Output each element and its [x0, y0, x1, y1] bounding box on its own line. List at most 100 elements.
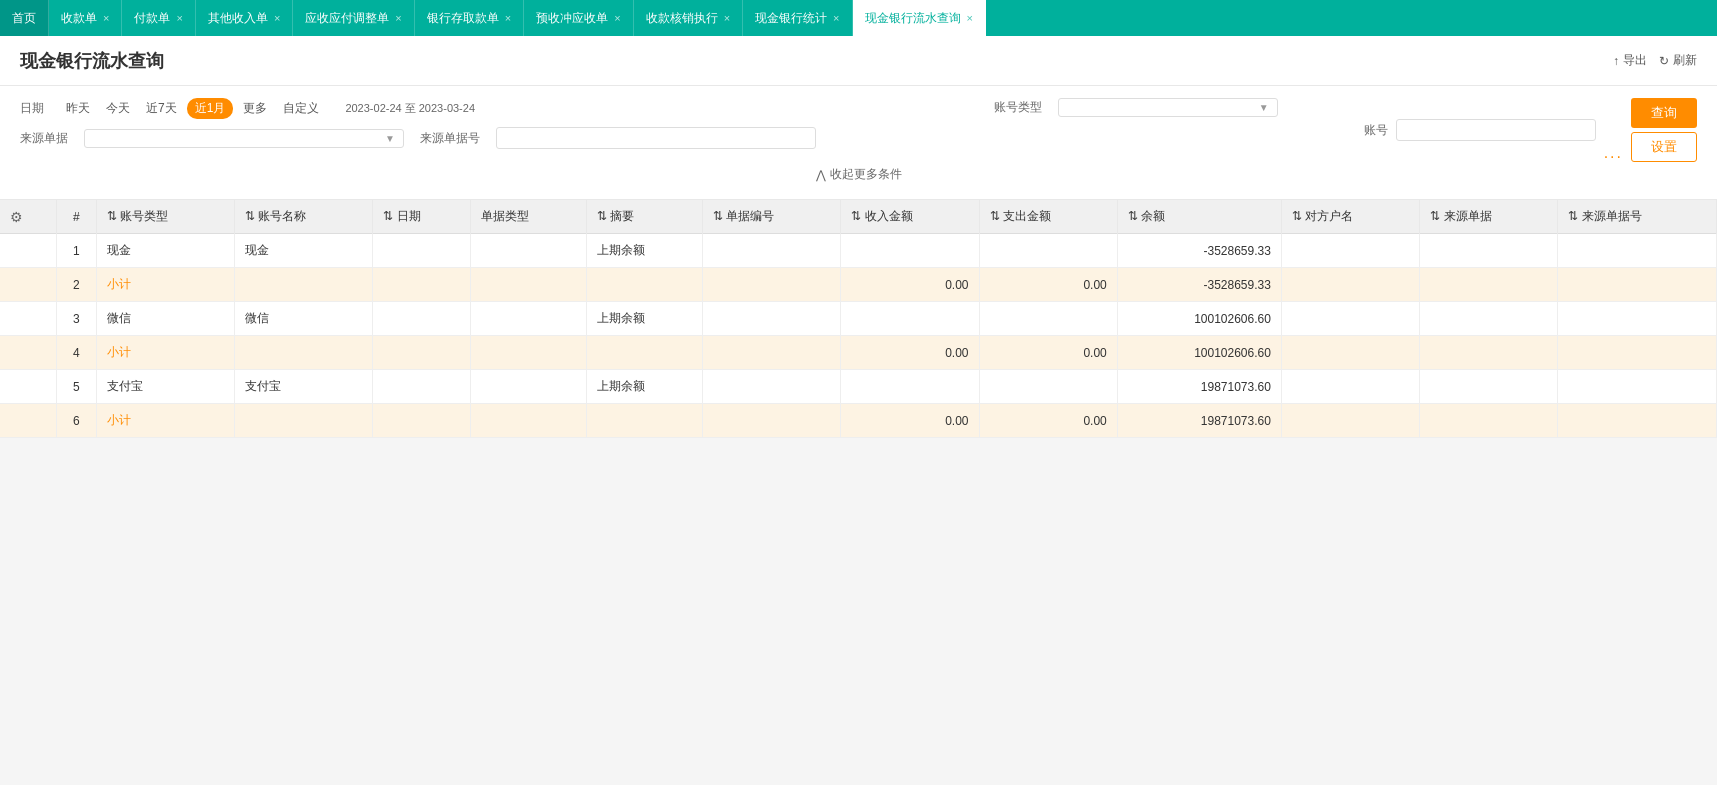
col-balance[interactable]: ⇅ 余额	[1117, 200, 1281, 234]
refresh-label: 刷新	[1673, 52, 1697, 69]
col-source-doc-no[interactable]: ⇅ 来源单据号	[1558, 200, 1717, 234]
table-cell: 100102606.60	[1117, 336, 1281, 370]
nav-tab-cash-bank-flow-label: 现金银行流水查询	[865, 10, 961, 27]
account-input[interactable]	[1396, 119, 1596, 141]
query-button[interactable]: 查询	[1631, 98, 1697, 128]
table-cell: 0.00	[841, 404, 979, 438]
nav-tab-prepay-ar-close[interactable]: ×	[614, 12, 620, 24]
nav-tab-payment[interactable]: 付款单 ×	[122, 0, 195, 36]
source-doc-select[interactable]: ▼	[84, 129, 404, 148]
date-options: 昨天 今天 近7天 近1月 更多 自定义	[60, 98, 325, 119]
col-date[interactable]: ⇅ 日期	[373, 200, 471, 234]
table-cell: 100102606.60	[1117, 302, 1281, 336]
col-expense[interactable]: ⇅ 支出金额	[979, 200, 1117, 234]
table-cell	[1281, 404, 1419, 438]
nav-tab-other-income-label: 其他收入单	[208, 10, 268, 27]
date-btn-7days[interactable]: 近7天	[140, 98, 183, 119]
table-cell: 微信	[235, 302, 373, 336]
table-cell: 现金	[235, 234, 373, 268]
table-cell	[373, 404, 471, 438]
table-cell	[1281, 302, 1419, 336]
nav-tab-cash-bank-flow-close[interactable]: ×	[967, 12, 973, 24]
nav-tab-other-income[interactable]: 其他收入单 ×	[196, 0, 293, 36]
table-cell: 5	[56, 370, 96, 404]
nav-tab-cash-bank-stat[interactable]: 现金银行统计 ×	[743, 0, 852, 36]
table-row: 2小计0.000.00-3528659.33	[0, 268, 1717, 302]
filter-area: 日期 昨天 今天 近7天 近1月 更多 自定义 2023-02-24 至 202…	[0, 86, 1717, 200]
table-row: 6小计0.000.0019871073.60	[0, 404, 1717, 438]
table-cell	[1420, 370, 1558, 404]
table-cell: 支付宝	[96, 370, 234, 404]
source-doc-chevron-icon: ▼	[385, 133, 395, 144]
nav-tab-ar-ap-adjust-close[interactable]: ×	[395, 12, 401, 24]
table-cell	[1558, 404, 1717, 438]
nav-tab-receipt-close[interactable]: ×	[103, 12, 109, 24]
nav-tab-receipt-verify[interactable]: 收款核销执行 ×	[634, 0, 743, 36]
table-cell	[0, 268, 56, 302]
table-cell	[373, 336, 471, 370]
nav-tab-home[interactable]: 首页	[0, 0, 49, 36]
table-cell	[1281, 268, 1419, 302]
table-cell: 微信	[96, 302, 234, 336]
nav-tab-ar-ap-adjust[interactable]: 应收应付调整单 ×	[293, 0, 414, 36]
table-cell	[0, 302, 56, 336]
refresh-button[interactable]: ↻ 刷新	[1659, 52, 1697, 69]
col-summary[interactable]: ⇅ 摘要	[587, 200, 703, 234]
col-income[interactable]: ⇅ 收入金额	[841, 200, 979, 234]
table-cell: 4	[56, 336, 96, 370]
date-btn-more[interactable]: 更多	[237, 98, 273, 119]
date-btn-custom[interactable]: 自定义	[277, 98, 325, 119]
table-row: 5支付宝支付宝上期余额19871073.60	[0, 370, 1717, 404]
table-cell	[373, 268, 471, 302]
account-type-chevron-icon: ▼	[1259, 102, 1269, 113]
nav-tab-bank-deposit-close[interactable]: ×	[505, 12, 511, 24]
table-cell	[587, 268, 703, 302]
col-source-doc-no-sort-icon: ⇅	[1568, 209, 1578, 223]
nav-tab-payment-close[interactable]: ×	[176, 12, 182, 24]
dots-button[interactable]: ...	[1604, 144, 1623, 162]
nav-tab-cash-bank-stat-close[interactable]: ×	[833, 12, 839, 24]
table-cell: 6	[56, 404, 96, 438]
page-title: 现金银行流水查询	[20, 49, 164, 73]
data-table: ⚙ # ⇅ 账号类型 ⇅ 账号名称 ⇅ 日期 单据类型 ⇅ 摘要 ⇅ 单据编号 …	[0, 200, 1717, 438]
date-btn-1month[interactable]: 近1月	[187, 98, 234, 119]
table-cell	[702, 370, 840, 404]
nav-tab-receipt-verify-close[interactable]: ×	[724, 12, 730, 24]
account-type-select[interactable]: ▼	[1058, 98, 1278, 117]
table-cell	[373, 302, 471, 336]
table-row: 4小计0.000.00100102606.60	[0, 336, 1717, 370]
col-doc-no[interactable]: ⇅ 单据编号	[702, 200, 840, 234]
gear-icon: ⚙	[10, 209, 23, 225]
table-cell: 2	[56, 268, 96, 302]
nav-tab-prepay-ar[interactable]: 预收冲应收单 ×	[524, 0, 633, 36]
nav-tab-receipt-label: 收款单	[61, 10, 97, 27]
table-cell	[471, 268, 587, 302]
nav-tab-bank-deposit[interactable]: 银行存取款单 ×	[415, 0, 524, 36]
col-account-type[interactable]: ⇅ 账号类型	[96, 200, 234, 234]
col-source-doc[interactable]: ⇅ 来源单据	[1420, 200, 1558, 234]
account-type-label: 账号类型	[994, 99, 1042, 116]
collapse-bar[interactable]: ⋀ 收起更多条件	[20, 162, 1697, 187]
col-expense-sort-icon: ⇅	[990, 209, 1000, 223]
col-account-name[interactable]: ⇅ 账号名称	[235, 200, 373, 234]
date-btn-today[interactable]: 今天	[100, 98, 136, 119]
nav-tab-other-income-close[interactable]: ×	[274, 12, 280, 24]
table-cell: 0.00	[979, 404, 1117, 438]
export-button[interactable]: ↑ 导出	[1613, 52, 1647, 69]
settings-button[interactable]: 设置	[1631, 132, 1697, 162]
nav-tab-receipt[interactable]: 收款单 ×	[49, 0, 122, 36]
nav-tab-cash-bank-flow[interactable]: 现金银行流水查询 ×	[853, 0, 986, 36]
source-doc-label: 来源单据	[20, 130, 68, 147]
col-doc-no-sort-icon: ⇅	[713, 209, 723, 223]
col-counterparty[interactable]: ⇅ 对方户名	[1281, 200, 1419, 234]
table-cell: 0.00	[979, 268, 1117, 302]
date-btn-yesterday[interactable]: 昨天	[60, 98, 96, 119]
col-gear[interactable]: ⚙	[0, 200, 56, 234]
table-cell: 小计	[96, 404, 234, 438]
table-cell	[587, 404, 703, 438]
table-cell: 0.00	[979, 336, 1117, 370]
table-cell: 小计	[96, 268, 234, 302]
source-doc-no-input[interactable]	[496, 127, 816, 149]
col-account-name-sort-icon: ⇅	[245, 209, 255, 223]
table-cell	[979, 234, 1117, 268]
